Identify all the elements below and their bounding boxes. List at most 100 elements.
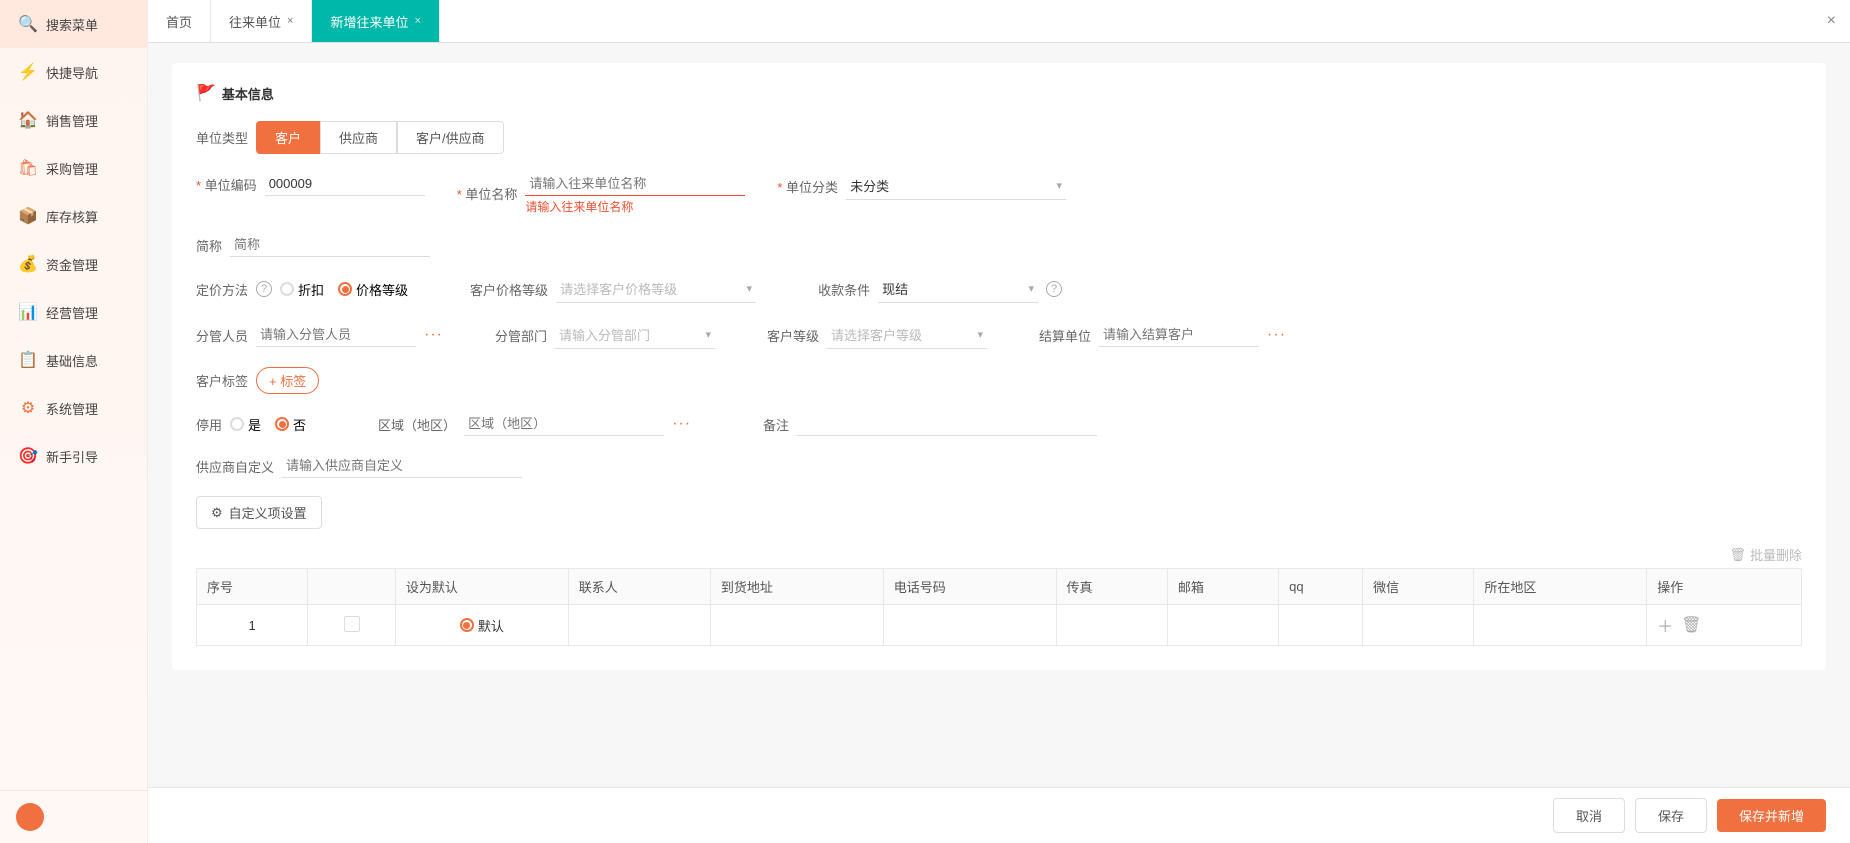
disabled-field: 停用 是 否	[196, 415, 306, 434]
delete-row-button[interactable]: 🗑	[1681, 615, 1701, 635]
region-input[interactable]	[464, 412, 664, 436]
unit-code-input[interactable]	[265, 172, 425, 196]
sidebar-item-label: 快捷导航	[46, 63, 98, 82]
sys-mgmt-icon: ⚙	[18, 398, 38, 418]
sidebar-item-search[interactable]: 🔍 搜索菜单	[0, 0, 147, 48]
sidebar-item-operations[interactable]: 📊 经营管理	[0, 288, 147, 336]
sidebar-item-sales[interactable]: 🏠 销售管理	[0, 96, 147, 144]
customer-price-field: 客户价格等级 请选择客户价格等级 ▾	[470, 275, 756, 303]
unit-name-label: 单位名称	[457, 184, 518, 203]
sidebar: 🔍 搜索菜单 ⚡ 快捷导航 🏠 销售管理 🛍 采购管理 📦 库存核算 💰 资金管…	[0, 0, 148, 843]
customer-level-select[interactable]: 请选择客户等级 ▾	[827, 321, 987, 349]
custom-settings-button[interactable]: ⚙ 自定义项设置	[196, 496, 322, 529]
add-row-button[interactable]: ＋	[1657, 613, 1673, 637]
tab-partners-close[interactable]: ×	[287, 15, 293, 27]
sidebar-item-basic-info[interactable]: 📋 基础信息	[0, 336, 147, 384]
tab-new-partner[interactable]: 新增往来单位 ×	[312, 0, 439, 42]
unit-category-field: 单位分类 未分类 ▾	[777, 172, 1066, 200]
sidebar-item-label: 基础信息	[46, 351, 98, 370]
radio-price-level[interactable]: 价格等级	[338, 280, 408, 299]
sidebar-item-newbie[interactable]: 🎯 新手引导	[0, 432, 147, 480]
supplier-custom-input[interactable]	[282, 454, 522, 478]
flag-icon: 🚩	[196, 83, 216, 103]
disabled-region-row: 停用 是 否 区域（地区） ···	[196, 412, 1802, 436]
newbie-icon: 🎯	[18, 446, 38, 466]
col-wechat: 微信	[1363, 569, 1474, 605]
abbr-input[interactable]	[230, 233, 430, 257]
customer-price-select[interactable]: 请选择客户价格等级 ▾	[556, 275, 756, 303]
radio-price-level-circle	[338, 282, 352, 296]
tab-partners-label: 往来单位	[229, 12, 281, 31]
unit-type-buttons: 客户 供应商 客户/供应商	[256, 121, 504, 154]
col-region: 所在地区	[1474, 569, 1647, 605]
cell-wechat	[1363, 605, 1474, 646]
radio-discount[interactable]: 折扣	[280, 280, 324, 299]
save-and-new-button[interactable]: 保存并新增	[1717, 799, 1826, 832]
radio-discount-circle	[280, 282, 294, 296]
radio-yes[interactable]: 是	[230, 415, 261, 434]
settlement-input[interactable]	[1099, 323, 1259, 347]
customer-level-label: 客户等级	[767, 326, 819, 345]
add-tag-button[interactable]: + 标签	[256, 367, 319, 394]
cancel-button[interactable]: 取消	[1553, 798, 1625, 833]
batch-delete-label: 批量删除	[1750, 545, 1802, 564]
tag-row: 客户标签 + 标签	[196, 367, 1802, 394]
row-checkbox[interactable]	[344, 616, 360, 632]
settlement-more-icon[interactable]: ···	[1267, 326, 1286, 344]
close-all-tabs[interactable]: ×	[1813, 12, 1850, 30]
radio-no[interactable]: 否	[275, 415, 306, 434]
user-avatar	[16, 803, 44, 831]
unit-category-select[interactable]: 未分类 ▾	[846, 172, 1066, 200]
tab-home[interactable]: 首页	[148, 0, 211, 42]
pricing-label: 定价方法	[196, 280, 248, 299]
remark-label: 备注	[763, 415, 789, 434]
pricing-row: 定价方法 ? 折扣 价格等级 客户价格等级	[196, 275, 1802, 303]
sidebar-item-purchase[interactable]: 🛍 采购管理	[0, 144, 147, 192]
default-radio[interactable]: 默认	[406, 616, 558, 635]
cell-checkbox	[308, 605, 396, 646]
type-btn-customer[interactable]: 客户	[256, 121, 320, 154]
sidebar-item-finance[interactable]: 💰 资金管理	[0, 240, 147, 288]
payment-terms-select[interactable]: 现结 ▾	[878, 275, 1038, 303]
basic-info-icon: 📋	[18, 350, 38, 370]
sidebar-item-label: 采购管理	[46, 159, 98, 178]
supplier-custom-field: 供应商自定义	[196, 454, 522, 478]
contact-table: 序号 设为默认 联系人 到货地址 电话号码 传真 邮箱 qq 微信 所在地区 操…	[196, 568, 1802, 646]
chevron-down-icon4: ▾	[705, 328, 711, 341]
payment-terms-help-icon[interactable]: ?	[1046, 281, 1062, 297]
sidebar-item-inventory[interactable]: 📦 库存核算	[0, 192, 147, 240]
tab-new-partner-label: 新增往来单位	[330, 12, 408, 31]
unit-name-input[interactable]	[525, 172, 745, 196]
sidebar-item-quicknav[interactable]: ⚡ 快捷导航	[0, 48, 147, 96]
gear-icon: ⚙	[211, 505, 223, 521]
remark-input[interactable]	[797, 412, 1097, 436]
save-button[interactable]: 保存	[1635, 798, 1707, 833]
customer-price-label: 客户价格等级	[470, 280, 548, 299]
col-qq: qq	[1279, 569, 1363, 605]
tab-partners[interactable]: 往来单位 ×	[211, 0, 312, 42]
sidebar-item-sys-mgmt[interactable]: ⚙ 系统管理	[0, 384, 147, 432]
manager-row: 分管人员 ··· 分管部门 请输入分管部门 ▾ 客户等级 请选择客户等级 ▾	[196, 321, 1802, 349]
sidebar-item-label: 搜索菜单	[46, 15, 98, 34]
manager-more-icon[interactable]: ···	[424, 326, 443, 344]
dept-select[interactable]: 请输入分管部门 ▾	[555, 321, 715, 349]
unit-name-error: 请输入往来单位名称	[525, 198, 745, 215]
manager-input[interactable]	[256, 323, 416, 347]
sidebar-item-label: 销售管理	[46, 111, 98, 130]
pricing-help-icon[interactable]: ?	[256, 281, 272, 297]
col-fax: 传真	[1056, 569, 1167, 605]
sidebar-item-label: 资金管理	[46, 255, 98, 274]
tab-new-partner-close[interactable]: ×	[414, 15, 420, 27]
abbr-field: 简称	[196, 233, 430, 257]
batch-delete-button[interactable]: 🗑 批量删除	[196, 545, 1802, 564]
region-more-icon[interactable]: ···	[672, 415, 691, 433]
type-btn-supplier[interactable]: 供应商	[320, 121, 397, 154]
settlement-label: 结算单位	[1039, 326, 1091, 345]
tabs-bar: 首页 往来单位 × 新增往来单位 × ×	[148, 0, 1850, 43]
cell-email	[1167, 605, 1278, 646]
chevron-down-icon: ▾	[1057, 179, 1063, 192]
disabled-radio-group: 是 否	[230, 415, 306, 434]
content-area: 🚩 基本信息 单位类型 客户 供应商 客户/供应商 单位编码	[148, 43, 1850, 787]
sidebar-item-label: 经营管理	[46, 303, 98, 322]
type-btn-both[interactable]: 客户/供应商	[397, 121, 504, 154]
